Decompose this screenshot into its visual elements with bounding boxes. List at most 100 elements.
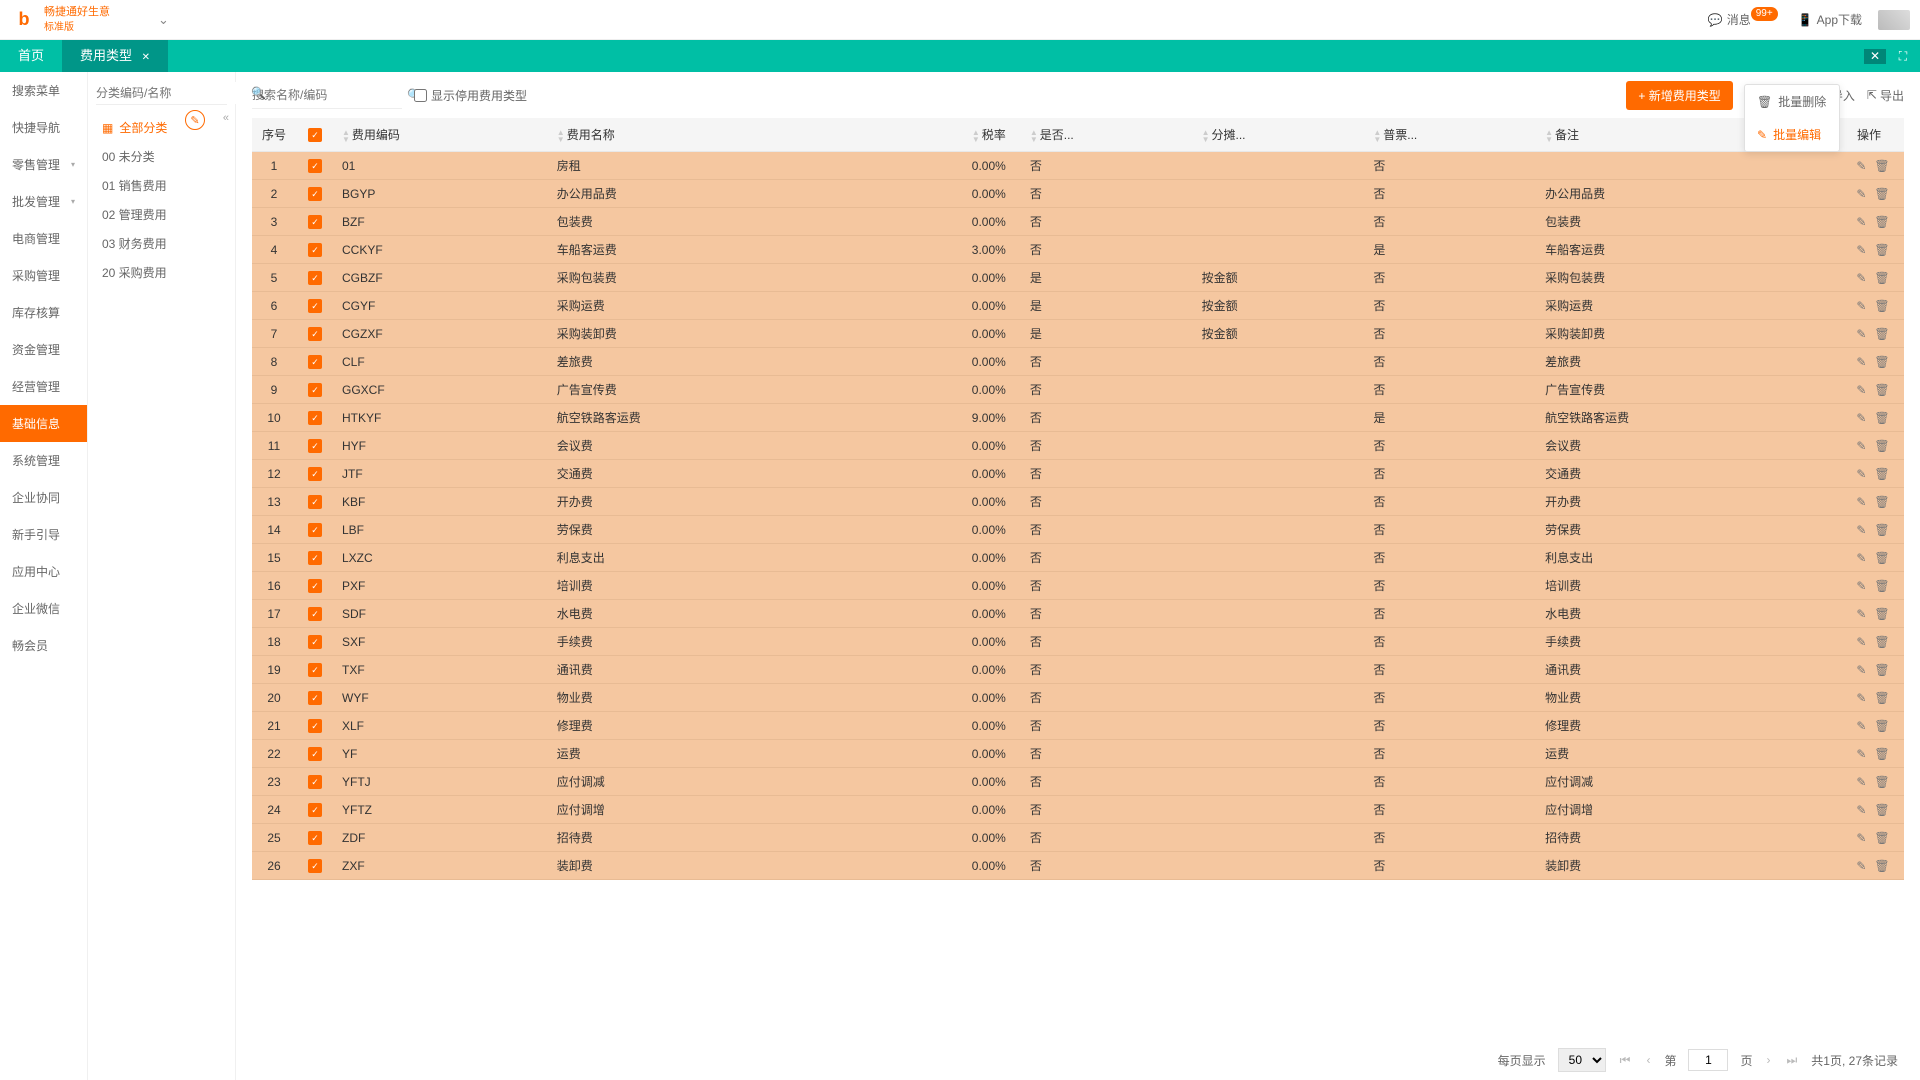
col-seq[interactable]: 序号	[252, 118, 302, 152]
trash-icon[interactable]: 🗑	[1874, 439, 1889, 453]
row-checkbox[interactable]: ✓	[308, 299, 322, 313]
trash-icon[interactable]: 🗑	[1874, 803, 1889, 817]
edit-icon[interactable]: ✎	[1856, 411, 1866, 425]
trash-icon[interactable]: 🗑	[1874, 495, 1889, 509]
table-search-input[interactable]	[252, 82, 407, 108]
edit-icon[interactable]: ✎	[1856, 747, 1866, 761]
table-row[interactable]: 2✓BGYP办公用品费0.00%否否办公用品费✎🗑	[252, 180, 1904, 208]
leftnav-item[interactable]: 畅会员	[0, 627, 87, 664]
edit-icon[interactable]: ✎	[1856, 383, 1866, 397]
edit-icon[interactable]: ✎	[1856, 271, 1866, 285]
tabbar-close-button[interactable]: ✕	[1864, 49, 1886, 64]
row-checkbox[interactable]: ✓	[308, 691, 322, 705]
next-page-button[interactable]: ›	[1764, 1053, 1772, 1067]
logo[interactable]: b 畅捷通好生意 标准版	[10, 6, 110, 34]
show-disabled-input[interactable]	[414, 89, 427, 102]
leftnav-item[interactable]: 零售管理▾	[0, 146, 87, 183]
col-checkbox[interactable]: ✓	[302, 118, 336, 152]
leftnav-item[interactable]: 基础信息	[0, 405, 87, 442]
edit-icon[interactable]: ✎	[1856, 663, 1866, 677]
table-wrap[interactable]: 序号 ✓ ▲▼费用编码 ▲▼费用名称 ▲▼税率 ▲▼是否... ▲▼分摊... …	[236, 118, 1920, 1040]
edit-icon[interactable]: ✎	[1856, 299, 1866, 313]
col-rate[interactable]: ▲▼税率	[846, 118, 1024, 152]
row-checkbox[interactable]: ✓	[308, 439, 322, 453]
trash-icon[interactable]: 🗑	[1874, 747, 1889, 761]
trash-icon[interactable]: 🗑	[1874, 719, 1889, 733]
leftnav-item[interactable]: 企业微信	[0, 590, 87, 627]
edit-icon[interactable]: ✎	[1856, 719, 1866, 733]
table-row[interactable]: 4✓CCKYF车船客运费3.00%否是车船客运费✎🗑	[252, 236, 1904, 264]
tab-home[interactable]: 首页	[0, 40, 62, 72]
leftnav-item[interactable]: 企业协同	[0, 479, 87, 516]
row-checkbox[interactable]: ✓	[308, 523, 322, 537]
col-name[interactable]: ▲▼费用名称	[551, 118, 846, 152]
table-row[interactable]: 11✓HYF会议费0.00%否否会议费✎🗑	[252, 432, 1904, 460]
row-checkbox[interactable]: ✓	[308, 859, 322, 873]
leftnav-item[interactable]: 搜索菜单	[0, 72, 87, 109]
last-page-button[interactable]: ⏭	[1784, 1053, 1799, 1068]
trash-icon[interactable]: 🗑	[1874, 187, 1889, 201]
table-row[interactable]: 9✓GGXCF广告宣传费0.00%否否广告宣传费✎🗑	[252, 376, 1904, 404]
table-row[interactable]: 23✓YFTJ应付调减0.00%否否应付调减✎🗑	[252, 768, 1904, 796]
edit-icon[interactable]: ✎	[1856, 243, 1866, 257]
batch-edit-item[interactable]: ✎批量编辑	[1745, 118, 1839, 151]
col-voucher[interactable]: ▲▼普票...	[1367, 118, 1539, 152]
trash-icon[interactable]: 🗑	[1874, 271, 1889, 285]
close-icon[interactable]: ✕	[142, 52, 150, 63]
trash-icon[interactable]: 🗑	[1874, 467, 1889, 481]
category-item[interactable]: 00 未分类	[88, 142, 235, 171]
leftnav-item[interactable]: 电商管理	[0, 220, 87, 257]
table-row[interactable]: 21✓XLF修理费0.00%否否修理费✎🗑	[252, 712, 1904, 740]
edit-icon[interactable]: ✎	[1856, 159, 1866, 173]
row-checkbox[interactable]: ✓	[308, 355, 322, 369]
avatar[interactable]	[1878, 10, 1910, 30]
edit-icon[interactable]: ✎	[1856, 831, 1866, 845]
row-checkbox[interactable]: ✓	[308, 551, 322, 565]
category-all[interactable]: ▦ 全部分类	[88, 113, 235, 142]
tab-fee-type[interactable]: 费用类型 ✕	[62, 40, 168, 72]
table-row[interactable]: 7✓CGZXF采购装卸费0.00%是按金额否采购装卸费✎🗑	[252, 320, 1904, 348]
edit-icon[interactable]: ✎	[1856, 775, 1866, 789]
row-checkbox[interactable]: ✓	[308, 187, 322, 201]
check-all[interactable]: ✓	[308, 128, 322, 142]
table-row[interactable]: 24✓YFTZ应付调增0.00%否否应付调增✎🗑	[252, 796, 1904, 824]
first-page-button[interactable]: ⏮	[1618, 1053, 1633, 1068]
trash-icon[interactable]: 🗑	[1874, 383, 1889, 397]
category-item[interactable]: 20 采购费用	[88, 258, 235, 287]
edit-icon[interactable]: ✎	[1856, 803, 1866, 817]
edit-icon[interactable]: ✎	[1856, 635, 1866, 649]
org-dropdown[interactable]: ⌄	[158, 12, 169, 28]
trash-icon[interactable]: 🗑	[1874, 831, 1889, 845]
sidebar-collapse-button[interactable]: «	[223, 112, 229, 124]
table-row[interactable]: 3✓BZF包装费0.00%否否包装费✎🗑	[252, 208, 1904, 236]
edit-icon[interactable]: ✎	[1856, 523, 1866, 537]
table-row[interactable]: 10✓HTKYF航空铁路客运费9.00%否是航空铁路客运费✎🗑	[252, 404, 1904, 432]
trash-icon[interactable]: 🗑	[1874, 243, 1889, 257]
trash-icon[interactable]: 🗑	[1874, 859, 1889, 873]
col-apportion[interactable]: ▲▼分摊...	[1196, 118, 1368, 152]
row-checkbox[interactable]: ✓	[308, 271, 322, 285]
tabbar-expand-button[interactable]: ⛶	[1892, 49, 1914, 64]
export-button[interactable]: ⇱导出	[1867, 87, 1904, 104]
leftnav-item[interactable]: 系统管理	[0, 442, 87, 479]
leftnav-item[interactable]: 快捷导航	[0, 109, 87, 146]
trash-icon[interactable]: 🗑	[1874, 551, 1889, 565]
row-checkbox[interactable]: ✓	[308, 327, 322, 341]
leftnav-item[interactable]: 采购管理	[0, 257, 87, 294]
row-checkbox[interactable]: ✓	[308, 775, 322, 789]
prev-page-button[interactable]: ‹	[1644, 1053, 1652, 1067]
category-item[interactable]: 03 财务费用	[88, 229, 235, 258]
search-icon[interactable]: 🔍	[251, 86, 266, 100]
show-disabled-checkbox[interactable]: 显示停用费用类型	[414, 87, 527, 104]
row-checkbox[interactable]: ✓	[308, 215, 322, 229]
leftnav-item[interactable]: 应用中心	[0, 553, 87, 590]
row-checkbox[interactable]: ✓	[308, 159, 322, 173]
page-input[interactable]	[1688, 1049, 1728, 1071]
trash-icon[interactable]: 🗑	[1874, 215, 1889, 229]
edit-icon[interactable]: ✎	[1856, 467, 1866, 481]
leftnav-item[interactable]: 资金管理	[0, 331, 87, 368]
table-row[interactable]: 15✓LXZC利息支出0.00%否否利息支出✎🗑	[252, 544, 1904, 572]
edit-icon[interactable]: ✎	[1856, 579, 1866, 593]
table-row[interactable]: 17✓SDF水电费0.00%否否水电费✎🗑	[252, 600, 1904, 628]
trash-icon[interactable]: 🗑	[1874, 159, 1889, 173]
